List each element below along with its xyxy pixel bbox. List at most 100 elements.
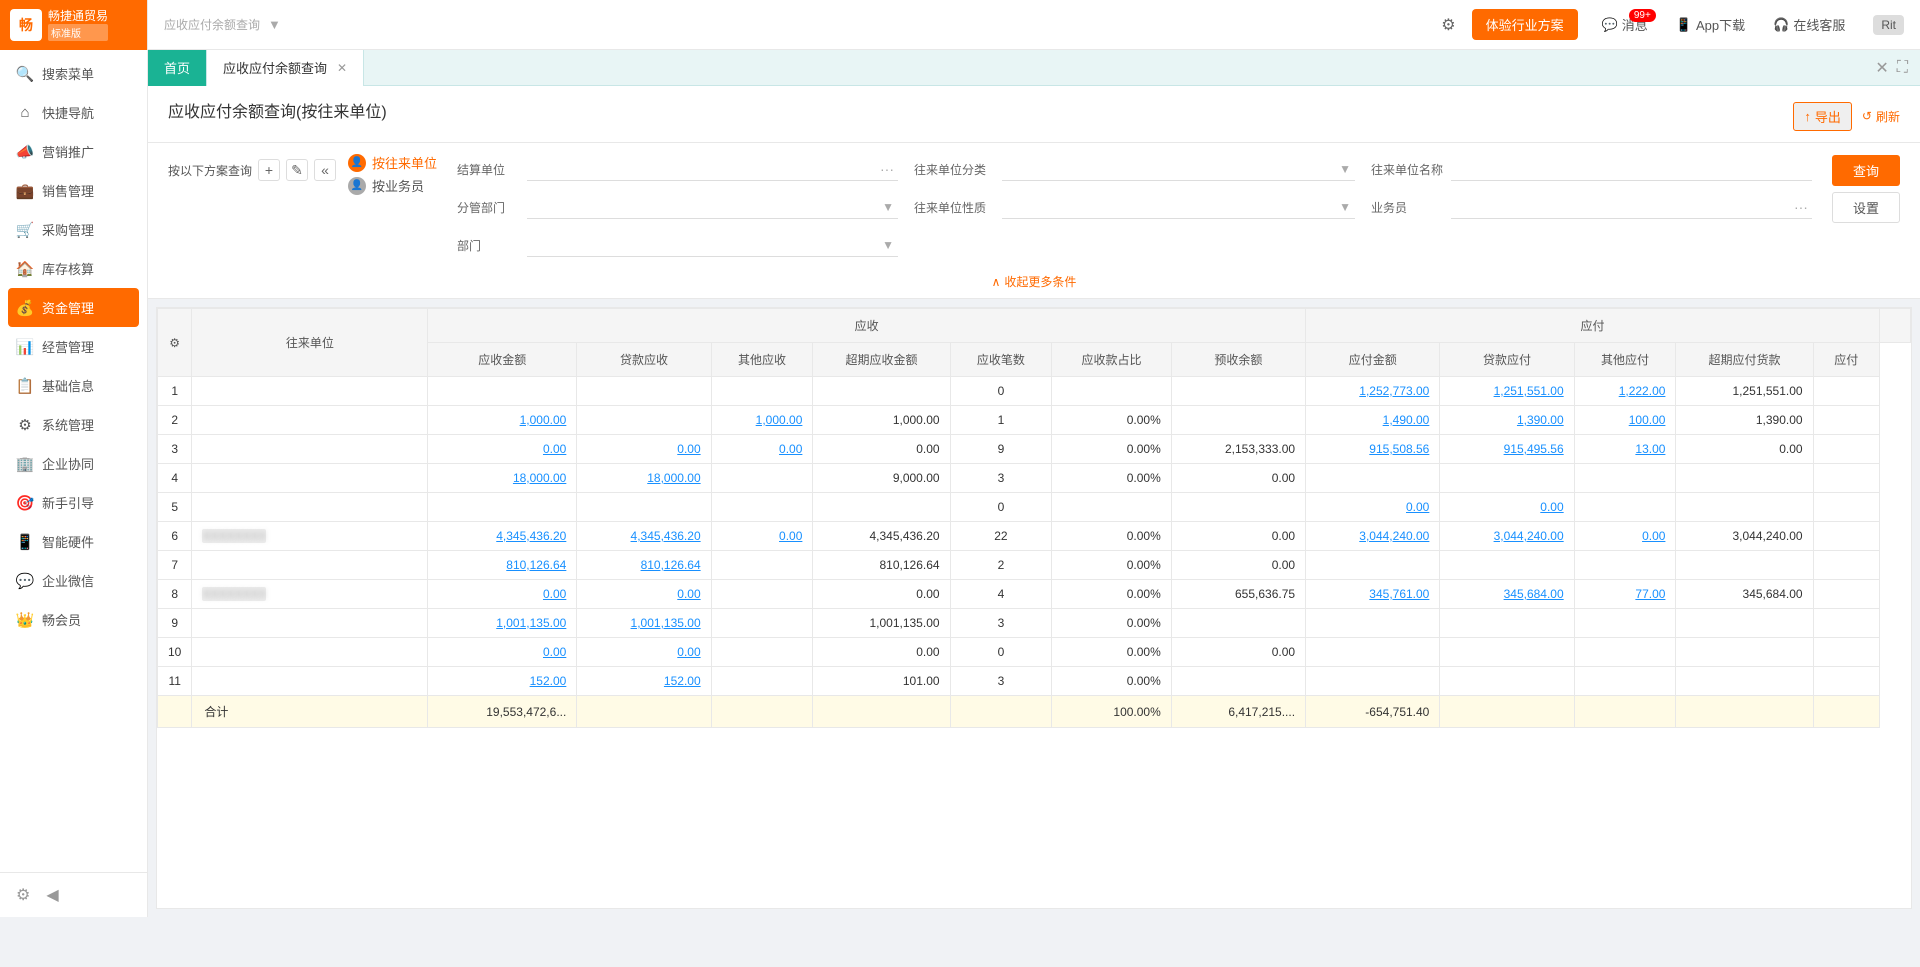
- table-cell[interactable]: 0.00: [711, 522, 813, 551]
- table-cell[interactable]: 0.00: [1440, 493, 1574, 522]
- table-cell[interactable]: 0.00: [711, 435, 813, 464]
- add-scheme-button[interactable]: +: [258, 159, 280, 181]
- dept-managed-input[interactable]: ▼: [527, 195, 898, 219]
- refresh-button[interactable]: ↺ 刷新: [1862, 108, 1900, 125]
- table-cell[interactable]: [1306, 667, 1440, 696]
- table-cell[interactable]: [577, 377, 711, 406]
- table-cell[interactable]: 152.00: [577, 667, 711, 696]
- online-service-button[interactable]: 🎧 在线客服: [1773, 15, 1845, 34]
- sidebar-item-sales[interactable]: 💼 销售管理: [0, 171, 147, 210]
- sidebar-item-inventory[interactable]: 🏠 库存核算: [0, 249, 147, 288]
- table-cell[interactable]: 0.00: [428, 638, 577, 667]
- tab-home[interactable]: 首页: [148, 50, 207, 86]
- table-cell[interactable]: [1440, 667, 1574, 696]
- app-download-button[interactable]: 📱 App下载: [1676, 15, 1745, 34]
- user-avatar[interactable]: Rit: [1873, 15, 1904, 35]
- tab-arquery[interactable]: 应收应付余额查询 ✕: [207, 50, 364, 86]
- sidebar-item-marketing[interactable]: 📣 营销推广: [0, 132, 147, 171]
- table-cell[interactable]: [428, 493, 577, 522]
- table-cell[interactable]: [1306, 551, 1440, 580]
- table-cell[interactable]: 810,126.64: [577, 551, 711, 580]
- sidebar-item-hardware[interactable]: 📱 智能硬件: [0, 522, 147, 561]
- table-cell[interactable]: [711, 493, 813, 522]
- table-cell[interactable]: [711, 580, 813, 609]
- table-cell[interactable]: [711, 551, 813, 580]
- sidebar-item-basic[interactable]: 📋 基础信息: [0, 366, 147, 405]
- table-cell[interactable]: [1574, 609, 1676, 638]
- table-cell[interactable]: [1574, 551, 1676, 580]
- table-cell[interactable]: [711, 638, 813, 667]
- table-cell[interactable]: [1440, 638, 1574, 667]
- settlement-unit-input[interactable]: ···: [527, 157, 898, 181]
- table-cell[interactable]: 1,222.00: [1574, 377, 1676, 406]
- edit-scheme-button[interactable]: ✎: [286, 159, 308, 181]
- unit-category-input[interactable]: ▼: [1002, 157, 1355, 181]
- table-cell[interactable]: 0.00: [1306, 493, 1440, 522]
- table-cell[interactable]: 1,001,135.00: [577, 609, 711, 638]
- table-cell[interactable]: 0.00: [577, 435, 711, 464]
- table-cell[interactable]: [1306, 609, 1440, 638]
- table-cell[interactable]: [1306, 638, 1440, 667]
- sidebar-item-operations[interactable]: 📊 经营管理: [0, 327, 147, 366]
- table-cell[interactable]: [1574, 638, 1676, 667]
- sidebar-item-wechat[interactable]: 💬 企业微信: [0, 561, 147, 600]
- table-cell[interactable]: 3,044,240.00: [1440, 522, 1574, 551]
- gear-icon[interactable]: ⚙: [1441, 15, 1455, 35]
- table-cell[interactable]: 4,345,436.20: [428, 522, 577, 551]
- table-cell[interactable]: 0.00: [428, 435, 577, 464]
- table-cell[interactable]: 915,508.56: [1306, 435, 1440, 464]
- table-cell[interactable]: 18,000.00: [577, 464, 711, 493]
- table-cell[interactable]: 345,684.00: [1440, 580, 1574, 609]
- table-cell[interactable]: [1574, 667, 1676, 696]
- collapse-scheme-button[interactable]: «: [314, 159, 336, 181]
- collapse-button[interactable]: ∧ 收起更多条件: [992, 273, 1077, 290]
- table-cell[interactable]: [711, 377, 813, 406]
- table-cell[interactable]: 345,761.00: [1306, 580, 1440, 609]
- table-cell[interactable]: [711, 609, 813, 638]
- table-cell[interactable]: 810,126.64: [428, 551, 577, 580]
- query-option-by-staff[interactable]: 👤 按业务员: [348, 176, 437, 195]
- table-cell[interactable]: 4,345,436.20: [577, 522, 711, 551]
- table-cell[interactable]: 13.00: [1574, 435, 1676, 464]
- sidebar-item-shortcut[interactable]: ⌂ 快捷导航: [0, 93, 147, 132]
- window-close-icon[interactable]: ✕: [1875, 58, 1888, 78]
- sidebar-item-vip[interactable]: 👑 畅会员: [0, 600, 147, 639]
- sidebar-item-guide[interactable]: 🎯 新手引导: [0, 483, 147, 522]
- tab-close-icon[interactable]: ✕: [337, 61, 347, 75]
- settings-button[interactable]: 设置: [1832, 192, 1900, 223]
- query-option-by-unit[interactable]: 👤 按往来单位: [348, 153, 437, 172]
- window-maximize-icon[interactable]: ⛶: [1897, 59, 1908, 77]
- settings-footer-icon[interactable]: ⚙: [16, 885, 30, 905]
- query-button[interactable]: 查询: [1832, 155, 1900, 186]
- table-cell[interactable]: 1,000.00: [711, 406, 813, 435]
- table-cell[interactable]: 1,001,135.00: [428, 609, 577, 638]
- table-cell[interactable]: 0.00: [577, 580, 711, 609]
- table-cell[interactable]: 0.00: [577, 638, 711, 667]
- unit-name-input[interactable]: [1451, 157, 1812, 181]
- table-cell[interactable]: 18,000.00: [428, 464, 577, 493]
- table-cell[interactable]: 152.00: [428, 667, 577, 696]
- sidebar-item-enterprise[interactable]: 🏢 企业协同: [0, 444, 147, 483]
- table-cell[interactable]: 0.00: [1574, 522, 1676, 551]
- unit-nature-input[interactable]: ▼: [1002, 195, 1355, 219]
- table-cell[interactable]: [711, 667, 813, 696]
- sidebar-item-system[interactable]: ⚙ 系统管理: [0, 405, 147, 444]
- table-cell[interactable]: [1574, 464, 1676, 493]
- table-cell[interactable]: [711, 464, 813, 493]
- table-cell[interactable]: 1,252,773.00: [1306, 377, 1440, 406]
- salesperson-input[interactable]: ···: [1451, 195, 1812, 219]
- collapse-sidebar-icon[interactable]: ◀‌: [46, 885, 58, 905]
- messages-button[interactable]: 💬 消息 99+: [1602, 15, 1648, 34]
- table-cell[interactable]: 1,000.00: [428, 406, 577, 435]
- table-cell[interactable]: 100.00: [1574, 406, 1676, 435]
- table-cell[interactable]: 0.00: [428, 580, 577, 609]
- table-cell[interactable]: [1440, 609, 1574, 638]
- sidebar-item-purchase[interactable]: 🛒 采购管理: [0, 210, 147, 249]
- table-cell[interactable]: [1306, 464, 1440, 493]
- table-cell[interactable]: [1440, 464, 1574, 493]
- table-cell[interactable]: 1,251,551.00: [1440, 377, 1574, 406]
- sidebar-item-search[interactable]: 🔍 搜索菜单: [0, 54, 147, 93]
- dept-input[interactable]: ▼: [527, 233, 898, 257]
- table-cell[interactable]: [577, 493, 711, 522]
- table-cell[interactable]: [577, 406, 711, 435]
